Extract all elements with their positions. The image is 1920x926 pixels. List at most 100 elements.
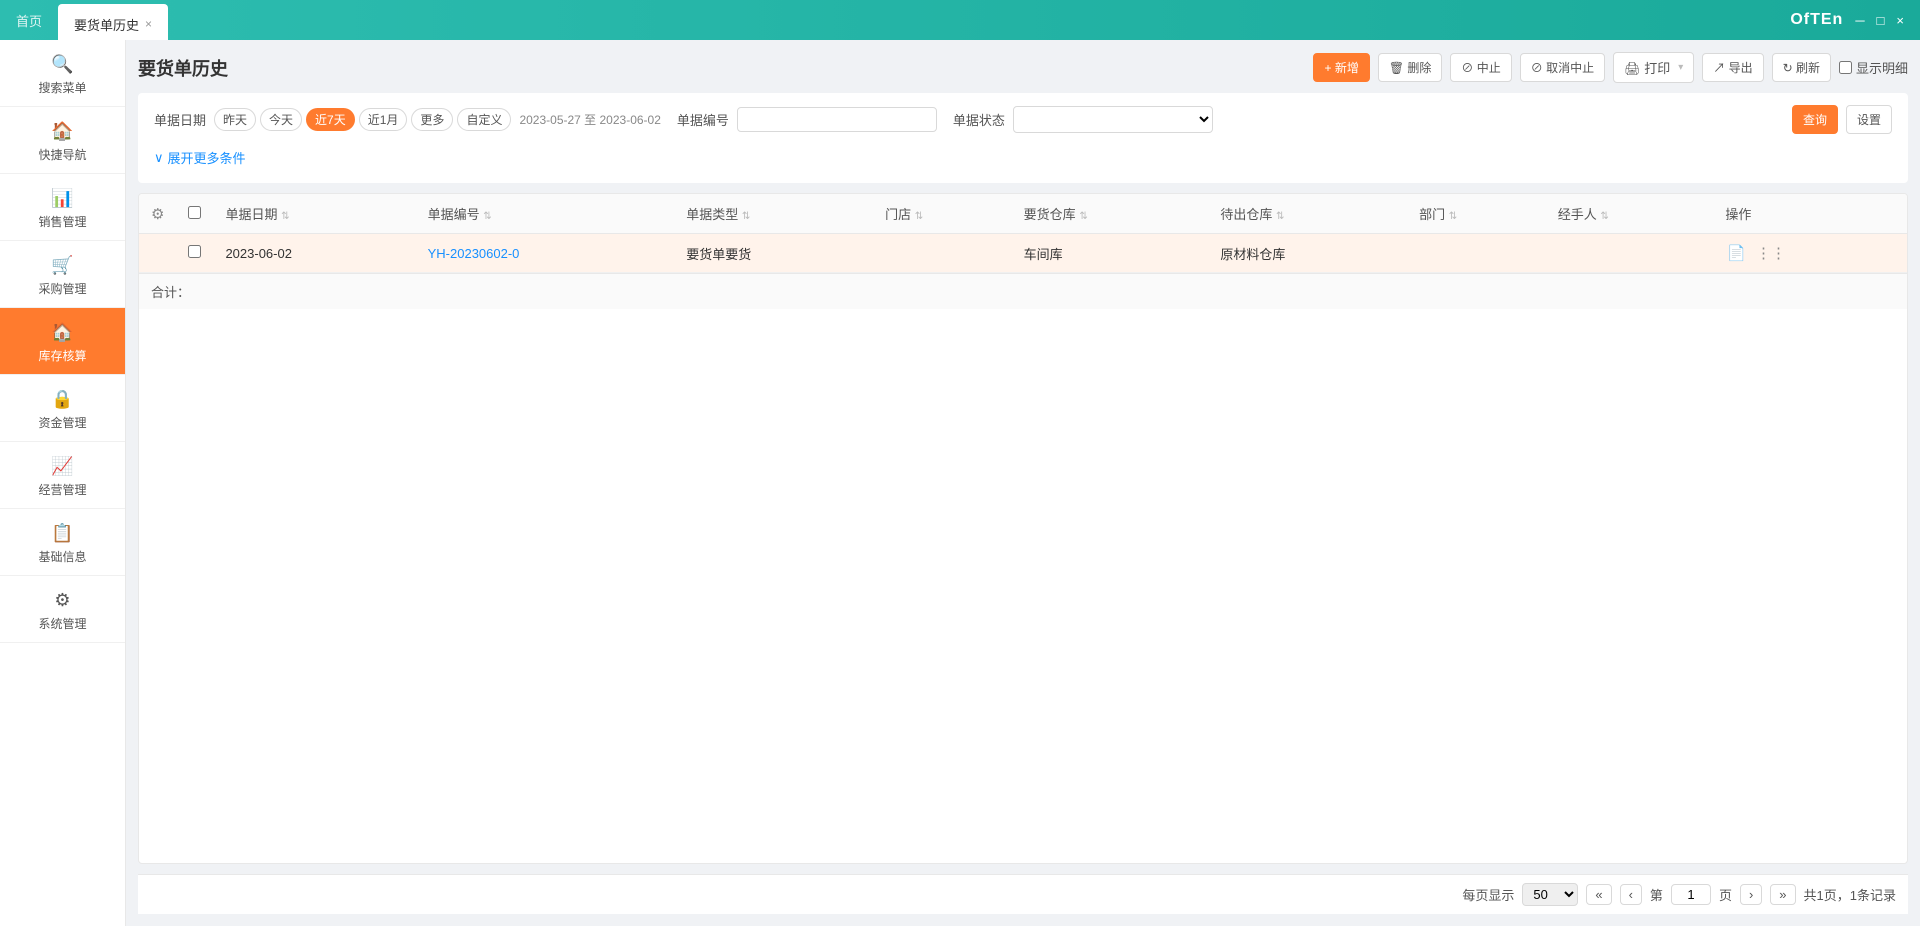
sidebar-item-inventory[interactable]: 🏠 库存核算 [0,308,125,375]
row-docno-link[interactable]: YH-20230602-0 [428,246,520,261]
close-tab-icon[interactable]: × [145,17,152,31]
sort-handler-icon[interactable]: ⇅ [1600,211,1608,222]
filter-status-field: 单据状态 [953,106,1213,133]
content-area: 要货单历史 + 新增 🗑 删除 ⊘ 中止 ⊘ 取消中止 🖨 打印 ▾ ↗ 导出 … [126,40,1920,926]
status-filter-label: 单据状态 [953,110,1005,129]
tab-home-label: 首页 [16,11,42,30]
sidebar-item-basicinfo[interactable]: 📋 基础信息 [0,509,125,576]
gear-icon[interactable]: ⚙ [151,206,164,223]
window-minimize-btn[interactable]: ─ [1855,13,1864,28]
search-icon: 🔍 [51,54,73,75]
filter-date-field: 单据日期 昨天 今天 近7天 近1月 更多 自定义 2023-05-27 至 2… [154,108,661,131]
sidebar-item-quicknav-label: 快捷导航 [38,146,86,163]
sort-date-icon[interactable]: ⇅ [281,211,289,222]
filter-docno-field: 单据编号 [677,107,937,132]
sidebar-item-operations[interactable]: 📈 经营管理 [0,442,125,509]
export-button[interactable]: ↗ 导出 [1702,53,1763,82]
table-container: ⚙ 单据日期 ⇅ 单据编号 ⇅ [138,193,1908,864]
date-btn-today[interactable]: 今天 [260,108,302,131]
status-filter-select[interactable] [1013,106,1213,133]
select-all-checkbox[interactable] [188,206,201,219]
row-settings-cell [139,234,176,273]
sidebar-item-quicknav[interactable]: 🏠 快捷导航 [0,107,125,174]
col-dept-label: 部门 [1419,207,1445,222]
date-btn-yesterday[interactable]: 昨天 [214,108,256,131]
col-handler: 经手人 ⇅ [1546,194,1714,234]
total-info: 共1页，1条记录 [1804,885,1896,904]
date-btn-1month[interactable]: 近1月 [359,108,408,131]
sidebar-item-system[interactable]: ⚙ 系统管理 [0,576,125,643]
col-pendwarehouse: 待出仓库 ⇅ [1208,194,1407,234]
purchase-icon: 🛒 [51,255,73,276]
query-button[interactable]: 查询 [1792,105,1838,134]
print-dropdown-icon: ▾ [1678,62,1683,73]
col-store: 门店 ⇅ [873,194,1012,234]
display-detail-checkbox-label[interactable]: 显示明细 [1839,58,1908,77]
action-icons: 📄 ⋮⋮ [1725,242,1895,264]
stop-button[interactable]: ⊘ 中止 [1450,53,1511,82]
finance-icon: 🔒 [51,389,73,410]
brand-name: OfTEn [1790,11,1843,29]
col-pendwarehouse-label: 待出仓库 [1220,207,1272,222]
new-button[interactable]: + 新增 [1313,53,1369,82]
expand-more-button[interactable]: ∨ 展开更多条件 [154,144,246,171]
col-checkbox [176,194,213,234]
sort-type-icon[interactable]: ⇅ [742,211,750,222]
row-dept-cell [1407,234,1546,273]
page-size-label: 每页显示 [1462,885,1514,904]
sort-dept-icon[interactable]: ⇅ [1449,211,1457,222]
home-icon: 🏠 [51,121,73,142]
sidebar-item-purchase-label: 采购管理 [38,280,86,297]
sidebar-item-finance[interactable]: 🔒 资金管理 [0,375,125,442]
docno-filter-input[interactable] [737,107,937,132]
col-store-label: 门店 [885,207,911,222]
last-page-button[interactable]: » [1770,884,1795,905]
view-action-icon[interactable]: 📄 [1725,242,1748,264]
date-btn-custom[interactable]: 自定义 [457,108,511,131]
window-close-btn[interactable]: × [1896,13,1904,28]
settings-button[interactable]: 设置 [1846,105,1892,134]
row-handler-cell [1546,234,1714,273]
sort-pendwarehouse-icon[interactable]: ⇅ [1276,211,1284,222]
tab-history[interactable]: 要货单历史 × [58,4,168,44]
next-page-button[interactable]: › [1740,884,1762,905]
first-page-button[interactable]: « [1586,884,1611,905]
row-checkbox[interactable] [188,245,201,258]
display-detail-label: 显示明细 [1856,58,1908,77]
row-checkbox-cell [176,234,213,273]
date-btn-more[interactable]: 更多 [411,108,453,131]
table-footer: 合计： [139,273,1907,309]
sort-store-icon[interactable]: ⇅ [915,211,923,222]
sort-docno-icon[interactable]: ⇅ [483,211,491,222]
refresh-button[interactable]: ↻ 刷新 [1772,53,1831,82]
tab-bar: 首页 要货单历史 × [0,0,1774,40]
top-bar: 首页 要货单历史 × OfTEn ─ □ × [0,0,1920,40]
row-store-cell [873,234,1012,273]
col-dept: 部门 ⇅ [1407,194,1546,234]
prev-page-button[interactable]: ‹ [1620,884,1642,905]
sidebar-item-sales[interactable]: 📊 销售管理 [0,174,125,241]
sidebar-item-purchase[interactable]: 🛒 采购管理 [0,241,125,308]
display-detail-checkbox[interactable] [1839,61,1852,74]
system-icon: ⚙ [54,590,70,611]
sidebar-item-search[interactable]: 🔍 搜索菜单 [0,40,125,107]
window-maximize-btn[interactable]: □ [1877,13,1885,28]
cancel-stop-button[interactable]: ⊘ 取消中止 [1520,53,1605,82]
row-action-cell: 📄 ⋮⋮ [1713,234,1907,273]
tab-history-label: 要货单历史 [74,15,139,34]
tab-home[interactable]: 首页 [0,0,58,40]
sort-reqwarehouse-icon[interactable]: ⇅ [1079,211,1087,222]
page-title: 要货单历史 [138,55,228,81]
top-bar-right: OfTEn ─ □ × [1774,11,1920,29]
sidebar-item-finance-label: 资金管理 [38,414,86,431]
filter-row-1: 单据日期 昨天 今天 近7天 近1月 更多 自定义 2023-05-27 至 2… [154,105,1892,134]
date-btn-7days[interactable]: 近7天 [306,108,355,131]
page-size-select[interactable]: 50 10 20 100 [1522,883,1578,906]
delete-button[interactable]: 🗑 删除 [1378,53,1443,82]
page-number-input[interactable] [1671,884,1711,905]
edit-action-icon[interactable]: ⋮⋮ [1754,242,1788,264]
col-type: 单据类型 ⇅ [674,194,873,234]
sidebar-item-basicinfo-label: 基础信息 [38,548,86,565]
print-label: 🖨 打印 [1624,58,1670,77]
print-button[interactable]: 🖨 打印 ▾ [1613,52,1694,83]
